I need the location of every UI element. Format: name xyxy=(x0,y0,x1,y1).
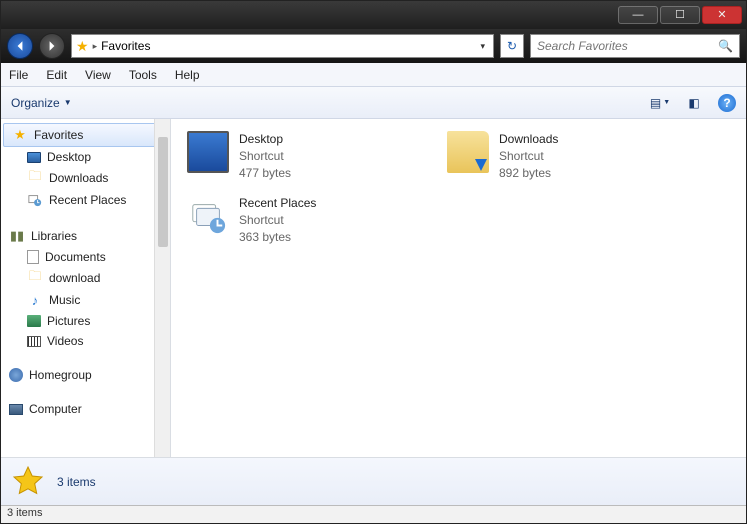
videos-icon xyxy=(27,336,41,347)
homegroup-icon xyxy=(9,368,23,382)
navigation-pane: ★ Favorites Desktop 🗀 Downloads Recent P… xyxy=(1,119,171,457)
help-icon: ? xyxy=(723,96,730,110)
view-tiles-icon: ▤ xyxy=(650,96,661,110)
navbar: ★ ▸ Favorites ▾ ↻ 🔍 xyxy=(1,29,746,63)
maximize-button[interactable]: ☐ xyxy=(660,6,700,24)
star-icon: ★ xyxy=(12,127,28,143)
menu-tools[interactable]: Tools xyxy=(129,68,157,82)
sidebar-label: Libraries xyxy=(31,229,77,243)
view-mode-button[interactable]: ▤▼ xyxy=(650,93,670,113)
sidebar-label: Documents xyxy=(45,250,106,264)
file-type: Shortcut xyxy=(239,148,291,165)
favorites-icon xyxy=(11,465,45,499)
file-item-recent-places[interactable]: Recent Places Shortcut 363 bytes xyxy=(185,193,415,247)
search-icon: 🔍 xyxy=(718,39,733,53)
favorites-star-icon: ★ xyxy=(76,38,89,55)
sidebar-item-downloads[interactable]: 🗀 Downloads xyxy=(1,167,170,189)
command-bar: Organize ▼ ▤▼ ◧ ? xyxy=(1,87,746,119)
content-pane[interactable]: Desktop Shortcut 477 bytes Downloads Sho… xyxy=(171,119,746,457)
explorer-window: — ☐ ✕ ★ ▸ Favorites ▾ ↻ 🔍 File Edit View… xyxy=(0,0,747,524)
folder-icon: 🗀 xyxy=(27,270,43,286)
minimize-button[interactable]: — xyxy=(618,6,658,24)
sidebar-item-music[interactable]: ♪ Music xyxy=(1,289,170,311)
file-size: 363 bytes xyxy=(239,229,316,246)
chevron-down-icon: ▼ xyxy=(663,99,670,106)
sidebar-label: download xyxy=(49,271,100,285)
sidebar-label: Favorites xyxy=(34,128,83,142)
forward-button[interactable] xyxy=(39,33,65,59)
arrow-left-icon xyxy=(14,40,26,52)
menu-edit[interactable]: Edit xyxy=(46,68,67,82)
titlebar: — ☐ ✕ xyxy=(1,1,746,29)
arrow-right-icon xyxy=(46,40,58,52)
file-type: Shortcut xyxy=(499,148,558,165)
search-input[interactable] xyxy=(537,39,718,53)
sidebar-item-pictures[interactable]: Pictures xyxy=(1,311,170,331)
file-name: Recent Places xyxy=(239,195,316,212)
sidebar-item-libraries[interactable]: ▮▮ Libraries xyxy=(1,225,170,247)
file-item-desktop[interactable]: Desktop Shortcut 477 bytes xyxy=(185,129,415,183)
computer-icon xyxy=(9,404,23,415)
file-size: 892 bytes xyxy=(499,165,558,182)
sidebar-item-computer[interactable]: Computer xyxy=(1,399,170,419)
organize-button[interactable]: Organize ▼ xyxy=(11,96,72,110)
chevron-down-icon: ▼ xyxy=(64,98,72,107)
back-button[interactable] xyxy=(7,33,33,59)
sidebar-item-homegroup[interactable]: Homegroup xyxy=(1,365,170,385)
menu-view[interactable]: View xyxy=(85,68,111,82)
sidebar-label: Desktop xyxy=(47,150,91,164)
address-bar[interactable]: ★ ▸ Favorites ▾ xyxy=(71,34,494,58)
address-dropdown-icon[interactable]: ▾ xyxy=(476,41,489,52)
recent-places-icon xyxy=(27,192,43,208)
sidebar-item-documents[interactable]: Documents xyxy=(1,247,170,267)
organize-label: Organize xyxy=(11,96,60,110)
libraries-icon: ▮▮ xyxy=(9,228,25,244)
menu-help[interactable]: Help xyxy=(175,68,200,82)
preview-pane-button[interactable]: ◧ xyxy=(684,93,704,113)
breadcrumb-separator-icon: ▸ xyxy=(93,41,98,52)
sidebar-label: Homegroup xyxy=(29,368,92,382)
sidebar-item-recent-places[interactable]: Recent Places xyxy=(1,189,170,211)
file-name: Downloads xyxy=(499,131,558,148)
body: ★ Favorites Desktop 🗀 Downloads Recent P… xyxy=(1,119,746,457)
sidebar-item-videos[interactable]: Videos xyxy=(1,331,170,351)
address-location: Favorites xyxy=(101,39,150,53)
sidebar-item-favorites[interactable]: ★ Favorites xyxy=(3,123,168,147)
sidebar-label: Videos xyxy=(47,334,83,348)
details-summary: 3 items xyxy=(57,475,96,489)
sidebar-label: Downloads xyxy=(49,171,108,185)
file-item-downloads[interactable]: Downloads Shortcut 892 bytes xyxy=(445,129,675,183)
pictures-icon xyxy=(27,315,41,327)
sidebar-item-download[interactable]: 🗀 download xyxy=(1,267,170,289)
sidebar-scrollbar[interactable] xyxy=(154,119,170,457)
sidebar-label: Pictures xyxy=(47,314,90,328)
file-size: 477 bytes xyxy=(239,165,291,182)
documents-icon xyxy=(27,250,39,264)
help-button[interactable]: ? xyxy=(718,94,736,112)
file-type: Shortcut xyxy=(239,212,316,229)
details-pane: 3 items xyxy=(1,457,746,505)
status-bar: 3 items xyxy=(1,505,746,523)
desktop-shortcut-icon xyxy=(187,131,229,173)
folder-icon: 🗀 xyxy=(27,170,43,186)
sidebar-item-desktop[interactable]: Desktop xyxy=(1,147,170,167)
refresh-button[interactable]: ↻ xyxy=(500,34,524,58)
music-icon: ♪ xyxy=(27,292,43,308)
menubar: File Edit View Tools Help xyxy=(1,63,746,87)
sidebar-label: Computer xyxy=(29,402,82,416)
sidebar-label: Recent Places xyxy=(49,193,126,207)
close-button[interactable]: ✕ xyxy=(702,6,742,24)
search-box[interactable]: 🔍 xyxy=(530,34,740,58)
desktop-icon xyxy=(27,152,41,163)
downloads-shortcut-icon xyxy=(447,131,489,173)
status-text: 3 items xyxy=(7,507,42,519)
refresh-icon: ↻ xyxy=(507,39,517,53)
preview-pane-icon: ◧ xyxy=(688,96,699,110)
sidebar-label: Music xyxy=(49,293,80,307)
file-name: Desktop xyxy=(239,131,291,148)
menu-file[interactable]: File xyxy=(9,68,28,82)
recent-places-shortcut-icon xyxy=(187,195,229,237)
